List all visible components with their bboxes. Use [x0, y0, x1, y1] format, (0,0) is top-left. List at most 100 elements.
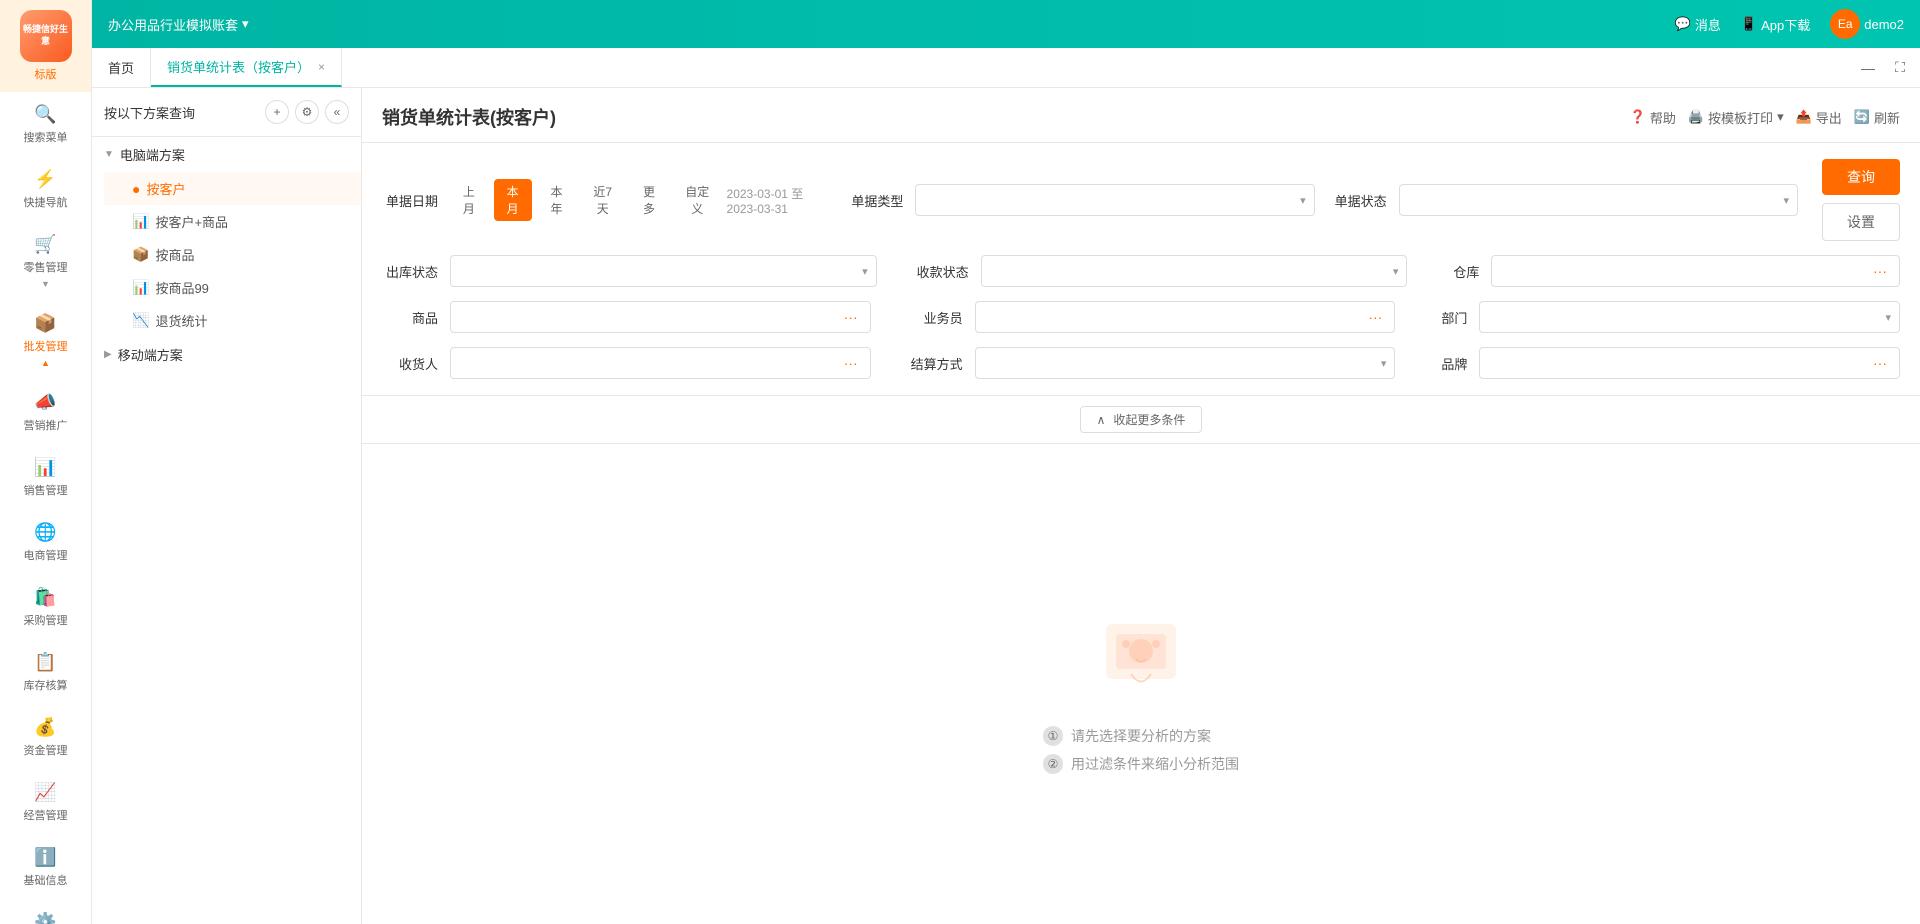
refresh-btn[interactable]: 🔄 刷新 — [1854, 108, 1900, 127]
sidebar-item-basic[interactable]: ℹ️ 基础信息 — [0, 835, 91, 900]
out-status-dropdown[interactable]: ▾ — [450, 255, 877, 287]
tree-item-by-customer-goods[interactable]: 📊 按客户+商品 — [104, 205, 361, 238]
industry-dropdown[interactable]: 办公用品行业模拟账套 ▾ — [108, 15, 249, 34]
tab-active[interactable]: 销货单统计表（按客户） × — [151, 48, 342, 87]
sidebar-item-marketing[interactable]: 📣 营销推广 — [0, 380, 91, 445]
operations-icon: 📈 — [34, 782, 56, 803]
staff-label: 业务员 — [903, 308, 963, 327]
help-btn[interactable]: ❓ 帮助 — [1630, 108, 1676, 127]
sidebar-item-finance[interactable]: 💰 资金管理 — [0, 705, 91, 770]
warehouse-dots-btn[interactable]: ··· — [1869, 263, 1891, 279]
collapse-bar[interactable]: ∧ 收起更多条件 — [362, 396, 1920, 444]
brand-dropdown[interactable]: ··· — [1479, 347, 1900, 379]
staff-dropdown[interactable]: ··· — [975, 301, 1396, 333]
order-status-arrow-icon: ▾ — [1783, 194, 1789, 207]
date-last-7days-btn[interactable]: 近7天 — [581, 179, 624, 221]
message-btn[interactable]: 💬 消息 — [1675, 15, 1721, 34]
query-btn[interactable]: 查询 — [1822, 159, 1900, 195]
warehouse-dropdown[interactable]: ··· — [1491, 255, 1900, 287]
settings-btn[interactable]: 设置 — [1822, 203, 1900, 241]
tab-maximize-btn[interactable]: ⛶ — [1888, 56, 1912, 80]
sidebar-item-ecommerce[interactable]: 🌐 电商管理 — [0, 510, 91, 575]
staff-dots-btn[interactable]: ··· — [1364, 309, 1386, 325]
retail-icon: 🛒 — [34, 234, 56, 255]
order-status-dropdown[interactable]: ▾ — [1399, 184, 1798, 216]
wholesale-arrow: ▲ — [41, 358, 50, 368]
sidebar-item-label: 基础信息 — [24, 872, 68, 888]
export-label: 导出 — [1816, 108, 1842, 127]
date-this-month-btn[interactable]: 本月 — [494, 179, 532, 221]
sidebar-item-operations[interactable]: 📈 经营管理 — [0, 770, 91, 835]
sidebar-item-search[interactable]: 🔍 搜索菜单 — [0, 92, 91, 157]
sidebar-item-system[interactable]: ⚙️ 系统管理 — [0, 900, 91, 924]
sidebar-item-label: 采购管理 — [24, 612, 68, 628]
message-icon: 💬 — [1675, 16, 1691, 32]
print-dropdown-icon: ▾ — [1777, 109, 1784, 125]
settings-scheme-btn[interactable]: ⚙ — [295, 100, 319, 124]
tree-item-by-customer[interactable]: ● 按客户 — [104, 172, 361, 205]
print-btn[interactable]: 🖨️ 按模板打印 ▾ — [1688, 108, 1784, 127]
date-more-btn[interactable]: 更多 — [630, 179, 668, 221]
dept-dropdown[interactable]: ▾ — [1479, 301, 1900, 333]
print-icon: 🖨️ — [1688, 109, 1704, 125]
tab-home[interactable]: 首页 — [92, 48, 151, 87]
help-icon: ❓ — [1630, 109, 1646, 125]
payment-method-dropdown[interactable]: ▾ — [975, 347, 1396, 379]
dept-arrow-icon: ▾ — [1885, 311, 1891, 324]
ecommerce-icon: 🌐 — [34, 522, 56, 543]
receiver-dropdown[interactable]: ··· — [450, 347, 871, 379]
marketing-icon: 📣 — [34, 392, 56, 413]
hint-num-1: ① — [1043, 726, 1063, 746]
tree-item-label: 按商品99 — [155, 278, 208, 297]
tree-group-pc[interactable]: ▼ 电脑端方案 — [92, 137, 361, 172]
tab-minimize-btn[interactable]: — — [1856, 56, 1880, 80]
left-panel-actions: + ⚙ « — [265, 100, 349, 124]
sidebar-item-purchase[interactable]: 🛍️ 采购管理 — [0, 575, 91, 640]
tree-item-by-goods99[interactable]: 📊 按商品99 — [104, 271, 361, 304]
goods-dropdown[interactable]: ··· — [450, 301, 871, 333]
payment-status-dropdown[interactable]: ▾ — [981, 255, 1408, 287]
app-download-btn[interactable]: 📱 App下载 — [1741, 15, 1810, 34]
message-label: 消息 — [1695, 15, 1721, 34]
goods99-icon: 📊 — [132, 279, 149, 296]
sidebar-item-inventory[interactable]: 📋 库存核算 — [0, 640, 91, 705]
goods-dots-btn[interactable]: ··· — [840, 309, 862, 325]
tree-item-return-stats[interactable]: 📉 退货统计 — [104, 304, 361, 337]
sidebar-item-retail[interactable]: 🛒 零售管理 ▼ — [0, 222, 91, 301]
avatar: Ea — [1830, 9, 1860, 39]
refresh-label: 刷新 — [1874, 108, 1900, 127]
date-label: 单据日期 — [382, 191, 438, 210]
tree-arrow-icon: ▼ — [104, 149, 114, 160]
brand-dots-btn[interactable]: ··· — [1869, 355, 1891, 371]
order-type-dropdown[interactable]: ▾ — [915, 184, 1314, 216]
date-this-year-btn[interactable]: 本年 — [538, 179, 576, 221]
inventory-icon: 📋 — [34, 652, 56, 673]
out-status-arrow-icon: ▾ — [862, 265, 868, 278]
user-profile[interactable]: Ea demo2 — [1830, 9, 1904, 39]
tree-group-mobile[interactable]: ▶ 移动端方案 — [92, 337, 361, 372]
sidebar-item-label: 库存核算 — [24, 677, 68, 693]
collapse-panel-btn[interactable]: « — [325, 100, 349, 124]
tab-controls: — ⛶ — [1856, 56, 1920, 80]
tree-group-pc-items: ● 按客户 📊 按客户+商品 📦 按商品 📊 按商品99 — [92, 172, 361, 337]
sidebar-item-label: 销售管理 — [24, 482, 68, 498]
sidebar-item-shortcut[interactable]: ⚡ 快捷导航 — [0, 157, 91, 222]
tree-item-by-goods[interactable]: 📦 按商品 — [104, 238, 361, 271]
left-panel-header: 按以下方案查询 + ⚙ « — [92, 88, 361, 137]
tree-group-pc-label: 电脑端方案 — [120, 145, 185, 164]
tab-close-btn[interactable]: × — [318, 60, 325, 74]
empty-state: ① 请先选择要分析的方案 ② 用过滤条件来缩小分析范围 — [362, 444, 1920, 924]
customer-goods-icon: 📊 — [132, 213, 149, 230]
sidebar-item-sales[interactable]: 📊 销售管理 — [0, 445, 91, 510]
date-custom-btn[interactable]: 自定义 — [674, 179, 721, 221]
sidebar-item-wholesale[interactable]: 📦 批发管理 ▲ — [0, 301, 91, 380]
app-download-label: App下载 — [1761, 15, 1810, 34]
receiver-dots-btn[interactable]: ··· — [840, 355, 862, 371]
sidebar-item-label: 经营管理 — [24, 807, 68, 823]
collapse-btn[interactable]: ∧ 收起更多条件 — [1080, 406, 1203, 433]
date-last-month-btn[interactable]: 上月 — [450, 179, 488, 221]
add-scheme-btn[interactable]: + — [265, 100, 289, 124]
empty-hints: ① 请先选择要分析的方案 ② 用过滤条件来缩小分析范围 — [1043, 726, 1239, 774]
warehouse-field: ··· — [1491, 255, 1900, 287]
export-btn[interactable]: 📤 导出 — [1796, 108, 1842, 127]
